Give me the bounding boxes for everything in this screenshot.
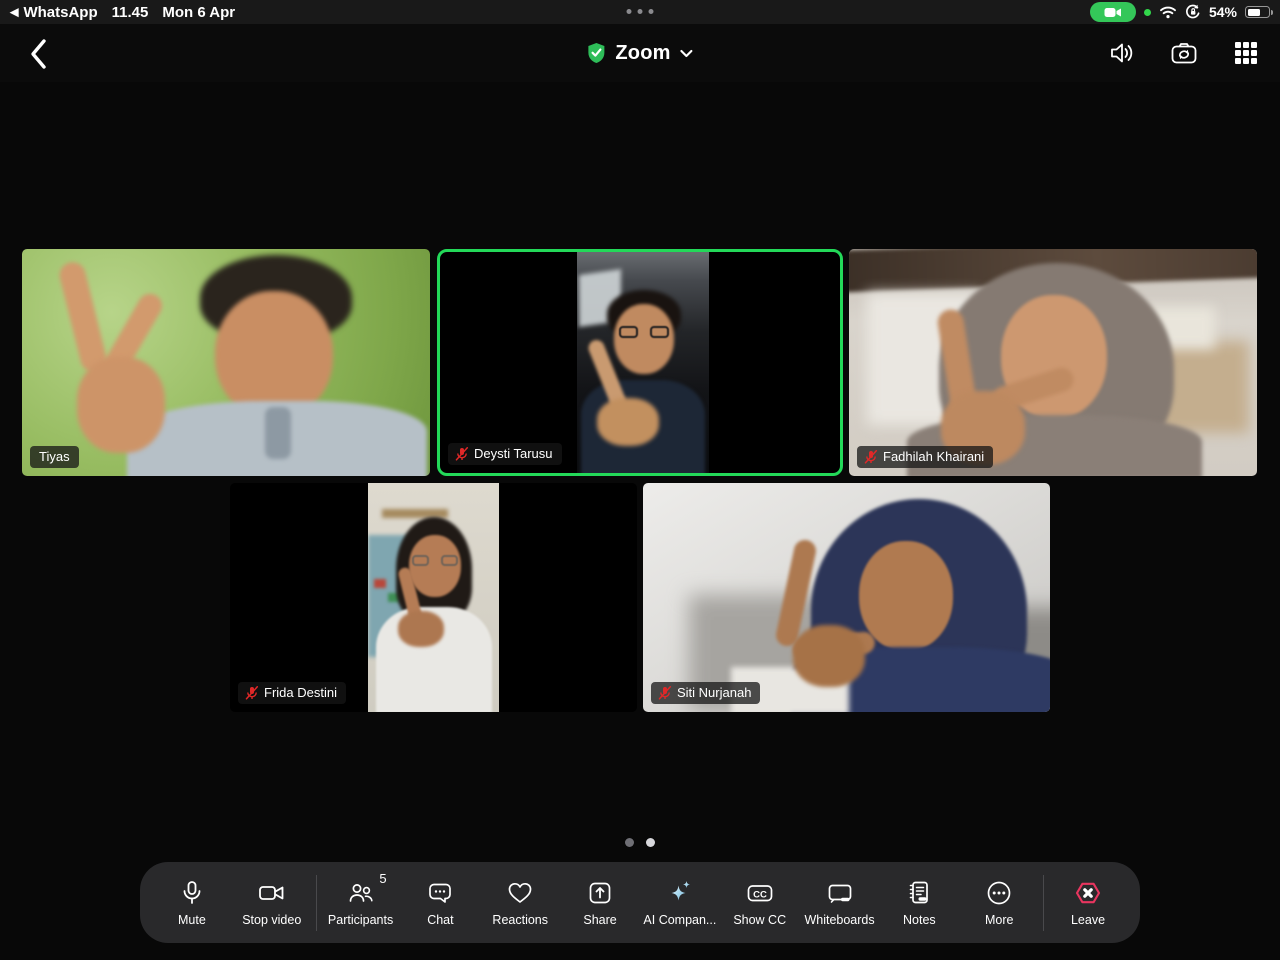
wifi-icon — [1160, 6, 1176, 19]
video-tile-frida[interactable]: Frida Destini — [230, 483, 637, 712]
back-triangle-icon: ◀ — [10, 6, 19, 18]
toolbar-label: Mute — [178, 913, 206, 927]
participant-name: Fadhilah Khairani — [883, 449, 985, 464]
share-up-arrow-icon — [585, 878, 615, 908]
leave-hexagon-icon — [1073, 878, 1103, 908]
muted-mic-icon — [864, 449, 878, 464]
zoom-meeting-screen: ◀ WhatsApp 11.45 Mon 6 Apr 54% Zoom Tiya… — [0, 0, 1280, 960]
mic-in-use-dot — [1143, 8, 1151, 16]
toolbar-label: Share — [583, 913, 617, 927]
toolbar-label: Reactions — [492, 913, 549, 927]
toolbar-label: Whiteboards — [804, 913, 875, 927]
participants-icon: 5 — [346, 871, 387, 908]
apps-grid-icon — [1235, 42, 1257, 64]
more-button[interactable]: More — [959, 870, 1039, 936]
switch-camera-button[interactable] — [1168, 37, 1200, 69]
video-camera-icon — [257, 878, 287, 908]
back-to-whatsapp-button[interactable]: ◀ WhatsApp — [10, 4, 98, 21]
muted-mic-icon — [658, 685, 672, 700]
video-feed — [230, 483, 637, 712]
video-feed — [440, 252, 840, 473]
multitask-indicator-dots — [626, 9, 654, 14]
video-feed — [643, 483, 1050, 712]
apps-grid-button[interactable] — [1230, 37, 1262, 69]
video-tile-fadhilah[interactable]: Fadhilah Khairani — [849, 249, 1257, 476]
meeting-title: Zoom — [615, 41, 671, 64]
participant-name: Frida Destini — [264, 685, 337, 700]
toolbar-divider — [1043, 874, 1045, 931]
status-date: Mon 6 Apr — [162, 3, 236, 21]
ai-companion-button[interactable]: AI Compan... — [640, 870, 720, 936]
toolbar-label: Notes — [903, 913, 936, 927]
participant-name: Siti Nurjanah — [677, 685, 752, 700]
show-cc-button[interactable]: CC Show CC — [720, 870, 800, 936]
toolbar-divider — [315, 874, 317, 931]
page-dot-1[interactable] — [625, 838, 634, 847]
mute-button[interactable]: Mute — [152, 870, 232, 936]
meeting-title-dropdown[interactable]: Zoom — [586, 24, 693, 82]
video-tile-tiyas[interactable]: Tiyas — [22, 249, 430, 476]
nav-bar: Zoom — [0, 24, 1280, 82]
toolbar-label: Leave — [1070, 913, 1106, 927]
back-button[interactable] — [22, 37, 56, 71]
participant-name-tag: Deysti Tarusu — [448, 443, 562, 465]
back-chevron-icon — [31, 39, 46, 69]
participant-name: Tiyas — [39, 449, 70, 464]
microphone-icon — [177, 878, 207, 908]
toolbar-label: Stop video — [242, 913, 302, 927]
back-app-label: WhatsApp — [23, 3, 98, 21]
heart-icon — [505, 878, 535, 908]
toolbar-label: Chat — [427, 913, 454, 927]
participant-name-tag: Frida Destini — [238, 682, 346, 704]
switch-camera-icon — [1171, 43, 1197, 64]
battery-percent: 54% — [1208, 4, 1237, 20]
participant-name-tag: Siti Nurjanah — [651, 682, 761, 704]
toolbar-label: Participants — [327, 913, 394, 927]
encryption-shield-icon — [588, 43, 605, 63]
rotation-lock-icon — [1186, 4, 1200, 19]
video-feed — [849, 249, 1257, 476]
status-bar: ◀ WhatsApp 11.45 Mon 6 Apr 54% — [0, 0, 1280, 24]
leave-button[interactable]: Leave — [1048, 870, 1128, 936]
svg-text:CC: CC — [753, 889, 767, 900]
ai-companion-sparkle-icon — [665, 878, 695, 908]
speaker-button[interactable] — [1106, 37, 1138, 69]
participants-count-badge: 5 — [379, 871, 387, 886]
muted-mic-icon — [245, 685, 259, 700]
muted-mic-icon — [455, 446, 469, 461]
notes-button[interactable]: Notes — [879, 870, 959, 936]
gallery-page-indicator — [0, 838, 1280, 847]
stop-video-button[interactable]: Stop video — [232, 870, 312, 936]
video-feed — [22, 249, 430, 476]
more-ellipsis-icon — [984, 878, 1014, 908]
whiteboards-button[interactable]: Whiteboards — [800, 870, 880, 936]
toolbar-label: More — [984, 913, 1014, 927]
page-dot-2-active[interactable] — [646, 838, 655, 847]
status-time: 11.45 — [111, 3, 149, 21]
toolbar-label: Show CC — [733, 913, 787, 927]
participant-name-tag: Tiyas — [30, 446, 79, 468]
whiteboard-icon — [825, 878, 855, 908]
participants-button[interactable]: 5 Participants — [321, 870, 401, 936]
participant-name-tag: Fadhilah Khairani — [857, 446, 994, 468]
chat-button[interactable]: Chat — [400, 870, 480, 936]
dropdown-chevron-icon — [680, 49, 693, 57]
video-tile-deysti-active-speaker[interactable]: Deysti Tarusu — [437, 249, 843, 476]
battery-icon — [1245, 6, 1273, 18]
meeting-toolbar: Mute Stop video 5 Participants Chat Reac… — [140, 862, 1140, 943]
notes-icon — [904, 878, 934, 908]
speaker-icon — [1111, 43, 1133, 63]
camera-in-use-pill — [1089, 2, 1136, 22]
camera-glyph-icon — [1104, 7, 1121, 17]
share-button[interactable]: Share — [560, 870, 640, 936]
toolbar-label: AI Compan... — [643, 913, 717, 927]
participant-name: Deysti Tarusu — [474, 446, 553, 461]
reactions-button[interactable]: Reactions — [480, 870, 560, 936]
video-tile-siti[interactable]: Siti Nurjanah — [643, 483, 1050, 712]
closed-captions-icon: CC — [745, 878, 775, 908]
chat-bubble-icon — [425, 878, 455, 908]
